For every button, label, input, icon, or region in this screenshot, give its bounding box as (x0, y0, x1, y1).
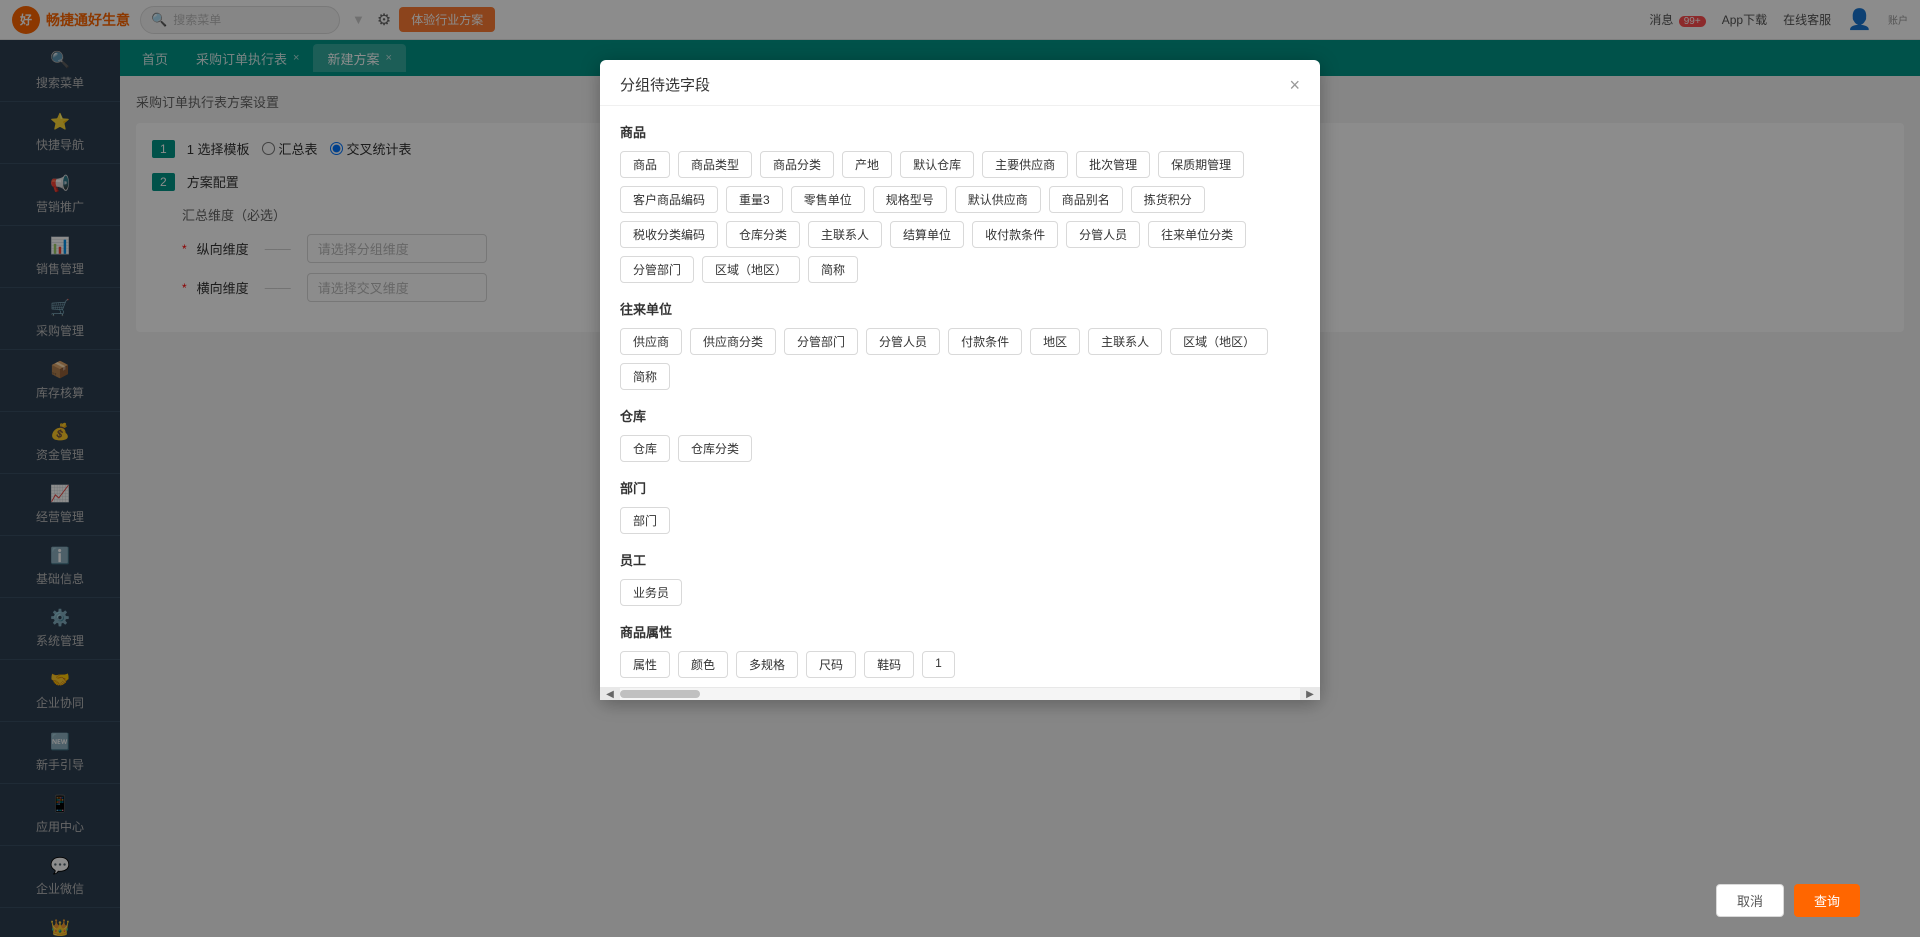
scroll-left-arrow[interactable]: ◀ (600, 688, 620, 700)
modal-dialog: 分组待选字段 × 商品 商品 商品类型 商品分类 产地 默认仓库 主要供应商 批… (600, 60, 1320, 700)
warehouse-field-tags: 仓库 仓库分类 (620, 435, 1300, 462)
department-field-tags: 部门 (620, 507, 1300, 534)
modal-title: 分组待选字段 (620, 74, 710, 95)
field-tag[interactable]: 1 (922, 651, 955, 678)
partner-field-tags: 供应商 供应商分类 分管部门 分管人员 付款条件 地区 主联系人 区域（地区） … (620, 328, 1300, 390)
field-tag[interactable]: 多规格 (736, 651, 798, 678)
field-tag[interactable]: 简称 (808, 256, 858, 283)
scroll-track[interactable] (620, 688, 1300, 700)
field-tag[interactable]: 供应商 (620, 328, 682, 355)
field-tag[interactable]: 分管部门 (784, 328, 858, 355)
section-product: 商品 商品 商品类型 商品分类 产地 默认仓库 主要供应商 批次管理 保质期管理… (620, 122, 1300, 283)
field-tag[interactable]: 税收分类编码 (620, 221, 718, 248)
product-field-tags: 商品 商品类型 商品分类 产地 默认仓库 主要供应商 批次管理 保质期管理 客户… (620, 151, 1300, 283)
field-tag[interactable]: 规格型号 (873, 186, 947, 213)
modal-close-button[interactable]: × (1289, 76, 1300, 94)
field-tag[interactable]: 地区 (1030, 328, 1080, 355)
field-tag[interactable]: 商品 (620, 151, 670, 178)
field-tag[interactable]: 商品别名 (1049, 186, 1123, 213)
section-warehouse-title: 仓库 (620, 406, 1300, 425)
field-tag[interactable]: 付款条件 (948, 328, 1022, 355)
field-tag[interactable]: 批次管理 (1076, 151, 1150, 178)
section-partner-title: 往来单位 (620, 299, 1300, 318)
section-department: 部门 部门 (620, 478, 1300, 534)
field-tag[interactable]: 零售单位 (791, 186, 865, 213)
field-tag[interactable]: 区域（地区） (702, 256, 800, 283)
section-product-attr-title: 商品属性 (620, 622, 1300, 641)
field-tag[interactable]: 尺码 (806, 651, 856, 678)
modal-overlay: 分组待选字段 × 商品 商品 商品类型 商品分类 产地 默认仓库 主要供应商 批… (0, 0, 1920, 937)
field-tag[interactable]: 业务员 (620, 579, 682, 606)
cancel-button[interactable]: 取消 (1716, 884, 1784, 917)
scroll-right-arrow[interactable]: ▶ (1300, 688, 1320, 700)
field-tag[interactable]: 仓库分类 (726, 221, 800, 248)
product-attr-field-tags: 属性 颜色 多规格 尺码 鞋码 1 (620, 651, 1300, 678)
field-tag[interactable]: 颜色 (678, 651, 728, 678)
field-tag[interactable]: 鞋码 (864, 651, 914, 678)
confirm-button[interactable]: 查询 (1794, 884, 1860, 917)
field-tag[interactable]: 主要供应商 (982, 151, 1068, 178)
field-tag[interactable]: 主联系人 (1088, 328, 1162, 355)
section-warehouse: 仓库 仓库 仓库分类 (620, 406, 1300, 462)
field-tag[interactable]: 分管人员 (1066, 221, 1140, 248)
field-tag[interactable]: 商品类型 (678, 151, 752, 178)
section-employee: 员工 业务员 (620, 550, 1300, 606)
section-department-title: 部门 (620, 478, 1300, 497)
field-tag[interactable]: 分管部门 (620, 256, 694, 283)
modal-header: 分组待选字段 × (600, 60, 1320, 106)
field-tag[interactable]: 供应商分类 (690, 328, 776, 355)
field-tag[interactable]: 拣货积分 (1131, 186, 1205, 213)
field-tag[interactable]: 往来单位分类 (1148, 221, 1246, 248)
field-tag[interactable]: 客户商品编码 (620, 186, 718, 213)
field-tag[interactable]: 区域（地区） (1170, 328, 1268, 355)
section-partner: 往来单位 供应商 供应商分类 分管部门 分管人员 付款条件 地区 主联系人 区域… (620, 299, 1300, 390)
field-tag[interactable]: 默认供应商 (955, 186, 1041, 213)
field-tag[interactable]: 仓库 (620, 435, 670, 462)
field-tag[interactable]: 简称 (620, 363, 670, 390)
field-tag[interactable]: 结算单位 (890, 221, 964, 248)
field-tag[interactable]: 主联系人 (808, 221, 882, 248)
field-tag[interactable]: 部门 (620, 507, 670, 534)
modal-horizontal-scrollbar[interactable]: ◀ ▶ (600, 687, 1320, 700)
field-tag[interactable]: 产地 (842, 151, 892, 178)
field-tag[interactable]: 收付款条件 (972, 221, 1058, 248)
field-tag[interactable]: 仓库分类 (678, 435, 752, 462)
field-tag[interactable]: 重量3 (726, 186, 783, 213)
field-tag[interactable]: 属性 (620, 651, 670, 678)
field-tag[interactable]: 分管人员 (866, 328, 940, 355)
employee-field-tags: 业务员 (620, 579, 1300, 606)
section-employee-title: 员工 (620, 550, 1300, 569)
footer-buttons: 取消 查询 (1716, 884, 1860, 917)
field-tag[interactable]: 商品分类 (760, 151, 834, 178)
field-tag[interactable]: 默认仓库 (900, 151, 974, 178)
section-product-attr: 商品属性 属性 颜色 多规格 尺码 鞋码 1 (620, 622, 1300, 678)
scroll-thumb (620, 690, 700, 698)
section-product-title: 商品 (620, 122, 1300, 141)
field-tag[interactable]: 保质期管理 (1158, 151, 1244, 178)
modal-body[interactable]: 商品 商品 商品类型 商品分类 产地 默认仓库 主要供应商 批次管理 保质期管理… (600, 106, 1320, 687)
